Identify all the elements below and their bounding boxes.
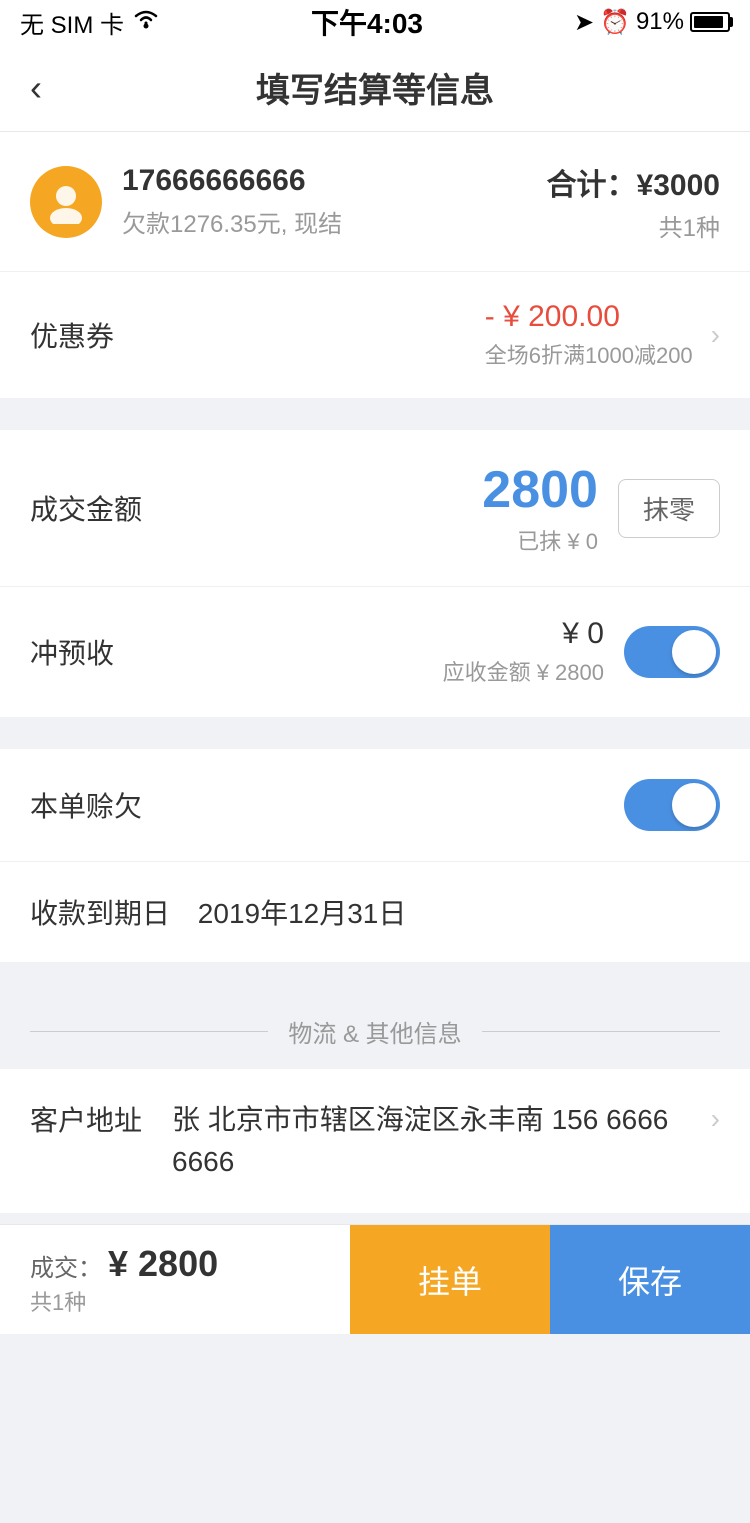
address-section: 客户地址 张 北京市市辖区海淀区永丰南 156 6666 6666 › <box>0 1069 750 1213</box>
prepay-sub: 应收金额 ¥ 2800 <box>443 655 604 687</box>
customer-total: 合计：¥3000 共1种 <box>547 160 720 243</box>
total-amount: 合计：¥3000 <box>547 160 720 204</box>
deal-right: 2800 已抹 ¥ 0 抹零 <box>482 460 720 556</box>
back-button[interactable]: ‹ <box>30 67 42 109</box>
customer-phone: 17666666666 <box>122 164 342 198</box>
prepay-amount: ¥ 0 <box>443 617 604 651</box>
credit-section: 本单赊欠 收款到期日 2019年12月31日 <box>0 749 750 962</box>
credit-toggle[interactable] <box>624 779 720 831</box>
location-icon: ➤ <box>574 8 594 37</box>
customer-section: 17666666666 欠款1276.35元, 现结 合计：¥3000 共1种 … <box>0 132 750 398</box>
due-date-label: 收款到期日 2019年12月31日 <box>30 892 406 932</box>
bottom-count: 共1种 <box>30 1285 320 1317</box>
bottom-padding <box>0 1413 750 1523</box>
address-label: 客户地址 <box>30 1099 142 1139</box>
status-bar: 无 SIM 卡 下午4:03 ➤ ⏰ 91% <box>0 0 750 44</box>
coupon-discount: - ¥ 200.00 <box>485 300 693 334</box>
coupon-detail: 全场6折满1000减200 <box>485 338 693 370</box>
page-title: 填写结算等信息 <box>256 63 494 112</box>
alarm-icon: ⏰ <box>600 8 630 37</box>
prepay-row: 冲预收 ¥ 0 应收金额 ¥ 2800 <box>0 587 750 717</box>
coupon-chevron-icon: › <box>711 319 720 351</box>
status-right: ➤ ⏰ 91% <box>574 8 730 37</box>
bottom-bar: 成交： ¥ 2800 共1种 挂单 保存 <box>0 1224 750 1334</box>
bottom-deal-row: 成交： ¥ 2800 <box>30 1243 320 1285</box>
credit-label: 本单赊欠 <box>30 785 142 825</box>
customer-info: 17666666666 欠款1276.35元, 现结 <box>122 164 342 239</box>
address-chevron-icon: › <box>711 1103 720 1135</box>
divider-text: 物流 & 其他信息 <box>288 1014 461 1049</box>
prepay-toggle[interactable] <box>624 626 720 678</box>
deal-row: 成交金额 2800 已抹 ¥ 0 抹零 <box>0 430 750 587</box>
toggle-knob <box>672 630 716 674</box>
spacer-3 <box>0 978 750 994</box>
coupon-row[interactable]: 优惠券 - ¥ 200.00 全场6折满1000减200 › <box>0 271 750 398</box>
avatar-icon <box>30 166 102 238</box>
deal-value: 2800 <box>482 460 598 520</box>
save-button[interactable]: 保存 <box>550 1225 750 1334</box>
coupon-right: - ¥ 200.00 全场6折满1000减200 › <box>485 300 720 370</box>
status-left: 无 SIM 卡 <box>20 5 160 40</box>
bottom-amount: ¥ 2800 <box>108 1243 218 1285</box>
sim-status: 无 SIM 卡 <box>20 5 124 40</box>
battery-icon <box>690 12 730 32</box>
coupon-label: 优惠券 <box>30 315 114 355</box>
customer-left: 17666666666 欠款1276.35元, 现结 <box>30 164 342 239</box>
credit-toggle-knob <box>672 783 716 827</box>
deal-sub: 已抹 ¥ 0 <box>482 524 598 556</box>
divider-section: 物流 & 其他信息 <box>0 994 750 1069</box>
customer-sub: 欠款1276.35元, 现结 <box>122 204 342 239</box>
nav-bar: ‹ 填写结算等信息 <box>0 44 750 132</box>
avatar <box>30 166 102 238</box>
round-off-button[interactable]: 抹零 <box>618 479 720 538</box>
divider-line-right <box>482 1031 720 1032</box>
due-date-row: 收款到期日 2019年12月31日 <box>0 862 750 962</box>
wifi-icon <box>132 8 160 36</box>
spacer-1 <box>0 414 750 430</box>
spacer-2 <box>0 733 750 749</box>
deal-label: 成交金额 <box>30 488 142 528</box>
prepay-info: ¥ 0 应收金额 ¥ 2800 <box>443 617 604 687</box>
battery-percent: 91% <box>636 8 684 36</box>
amount-section: 成交金额 2800 已抹 ¥ 0 抹零 冲预收 ¥ 0 应收金额 ¥ 2800 <box>0 430 750 717</box>
address-value: 张 北京市市辖区海淀区永丰南 156 6666 6666 <box>172 1099 701 1183</box>
deal-info: 2800 已抹 ¥ 0 <box>482 460 598 556</box>
customer-row: 17666666666 欠款1276.35元, 现结 合计：¥3000 共1种 <box>0 132 750 271</box>
coupon-info: - ¥ 200.00 全场6折满1000减200 <box>485 300 693 370</box>
pending-button[interactable]: 挂单 <box>350 1225 550 1334</box>
prepay-right: ¥ 0 应收金额 ¥ 2800 <box>443 617 720 687</box>
bottom-deal-label: 成交： <box>30 1248 102 1283</box>
credit-row: 本单赊欠 <box>0 749 750 862</box>
prepay-label: 冲预收 <box>30 632 114 672</box>
address-row[interactable]: 客户地址 张 北京市市辖区海淀区永丰南 156 6666 6666 › <box>0 1069 750 1213</box>
due-date-value: 2019年12月31日 <box>198 898 407 929</box>
divider-line-left <box>30 1031 268 1032</box>
status-time: 下午4:03 <box>311 2 423 42</box>
total-count: 共1种 <box>547 208 720 243</box>
bottom-info: 成交： ¥ 2800 共1种 <box>0 1225 350 1334</box>
